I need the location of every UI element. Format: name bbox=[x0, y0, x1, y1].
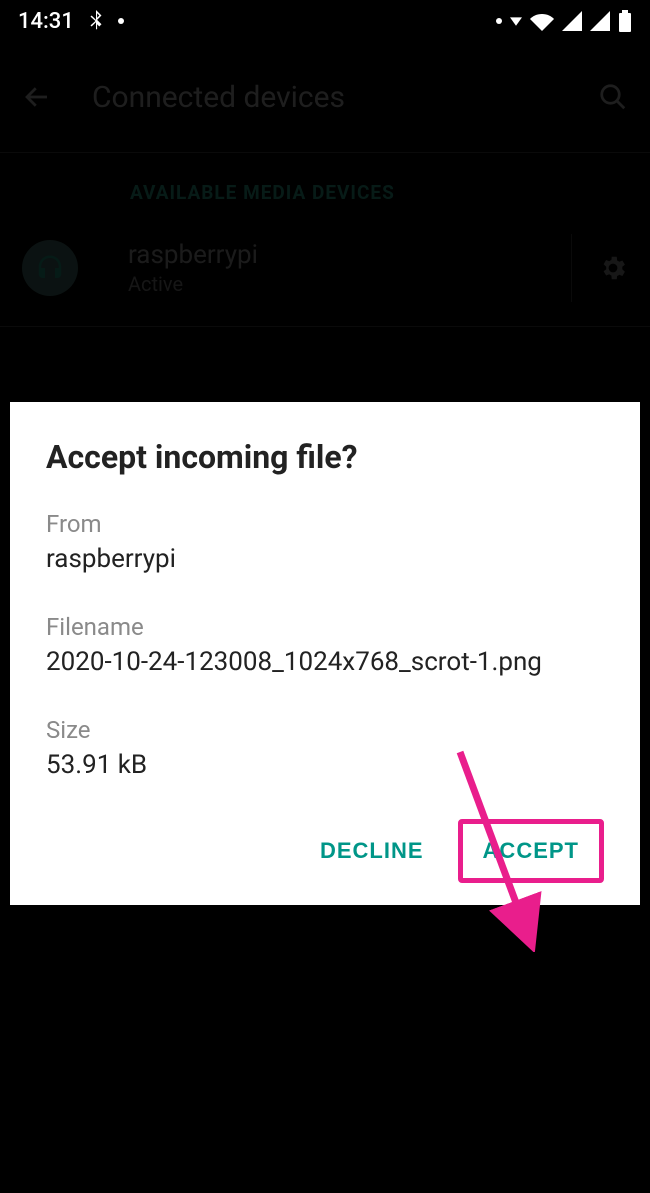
filename-label: Filename bbox=[46, 613, 604, 641]
from-value: raspberrypi bbox=[46, 542, 604, 577]
wifi-icon bbox=[530, 11, 554, 31]
device-status: Active bbox=[128, 272, 545, 296]
divider bbox=[571, 234, 572, 302]
status-dot-icon bbox=[496, 18, 502, 24]
status-bar: 14:31 bbox=[0, 0, 650, 42]
size-value: 53.91 kB bbox=[46, 748, 604, 783]
signal-icon bbox=[590, 11, 610, 31]
back-icon[interactable] bbox=[22, 82, 52, 112]
accept-highlight: ACCEPT bbox=[458, 819, 604, 883]
dialog-title: Accept incoming file? bbox=[46, 438, 604, 476]
size-label: Size bbox=[46, 716, 604, 744]
section-header: AVAILABLE MEDIA DEVICES bbox=[0, 153, 650, 222]
battery-icon bbox=[618, 10, 632, 32]
decline-button[interactable]: DECLINE bbox=[300, 819, 444, 883]
status-time: 14:31 bbox=[18, 9, 74, 34]
search-icon[interactable] bbox=[598, 82, 628, 112]
page-title: Connected devices bbox=[92, 80, 598, 115]
accept-button[interactable]: ACCEPT bbox=[463, 824, 599, 878]
headset-icon bbox=[22, 240, 78, 296]
signal-icon bbox=[562, 11, 582, 31]
filename-value: 2020-10-24-123008_1024x768_scrot-1.png bbox=[46, 645, 604, 680]
from-label: From bbox=[46, 510, 604, 538]
gear-icon[interactable] bbox=[598, 253, 628, 283]
dropdown-icon bbox=[510, 15, 522, 27]
divider bbox=[0, 326, 650, 327]
app-bar: Connected devices bbox=[0, 42, 650, 152]
incoming-file-dialog: Accept incoming file? From raspberrypi F… bbox=[10, 402, 640, 905]
device-name: raspberrypi bbox=[128, 240, 545, 270]
status-dot-icon bbox=[118, 18, 124, 24]
bluetooth-icon bbox=[88, 10, 104, 32]
device-row[interactable]: raspberrypi Active bbox=[0, 222, 650, 326]
